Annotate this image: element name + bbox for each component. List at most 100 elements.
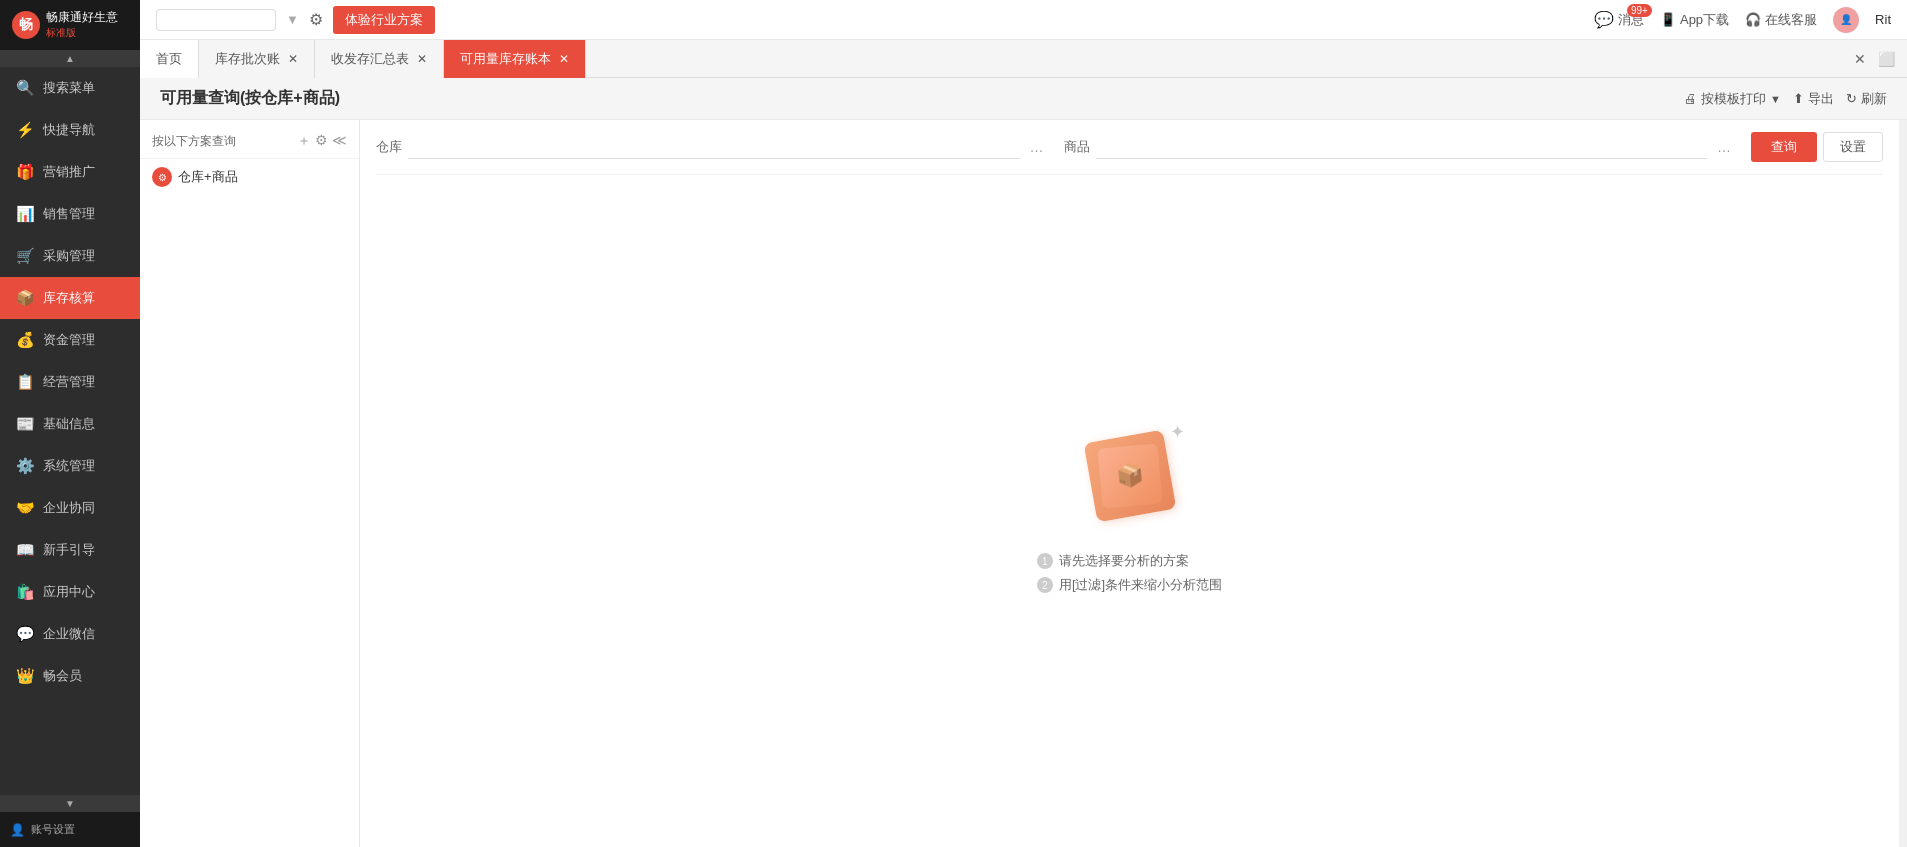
- main-area: ▼ ⚙ 体验行业方案 💬 消息 99+ 📱 App下载 🎧 在线客服 👤 Rit: [140, 0, 1907, 847]
- topbar: ▼ ⚙ 体验行业方案 💬 消息 99+ 📱 App下载 🎧 在线客服 👤 Rit: [140, 0, 1907, 40]
- logo-icon: 畅: [12, 11, 40, 39]
- query-button[interactable]: 查询: [1751, 132, 1817, 162]
- nav-label-purchase: 采购管理: [43, 247, 95, 265]
- empty-tip-1: 1 请先选择要分析的方案: [1037, 552, 1222, 570]
- sidebar-item-wechat[interactable]: 💬企业微信: [0, 613, 140, 655]
- gear-icon[interactable]: ⚙: [309, 10, 323, 29]
- print-button[interactable]: 🖨 按模板打印 ▼: [1684, 90, 1781, 108]
- sidebar-item-system[interactable]: ⚙️系统管理: [0, 445, 140, 487]
- empty-tips: 1 请先选择要分析的方案 2 用[过滤]条件来缩小分析范围: [1037, 552, 1222, 594]
- tab-home-label: 首页: [156, 50, 182, 68]
- nav-label-finance: 资金管理: [43, 331, 95, 349]
- service-icon: 🎧: [1745, 12, 1761, 27]
- topbar-left: ▼ ⚙ 体验行业方案: [156, 6, 435, 34]
- tab-batch-account-close[interactable]: ✕: [288, 52, 298, 66]
- expand-window-icon[interactable]: ⬜: [1874, 47, 1899, 71]
- sidebar-nav: 🔍搜索菜单⚡快捷导航🎁营销推广 📊 销售管理 🛒 采购管理 📦库存核算💰资金管理📋经营管理…: [0, 67, 140, 795]
- tab-batch-account[interactable]: 库存批次账 ✕: [199, 40, 315, 78]
- nav-icon-newbie: 📖: [16, 541, 35, 559]
- sidebar-item-newbie[interactable]: 📖新手引导: [0, 529, 140, 571]
- refresh-button[interactable]: ↻ 刷新: [1846, 90, 1887, 108]
- tip-text-1: 请先选择要分析的方案: [1059, 552, 1189, 570]
- settings-scheme-icon[interactable]: ⚙: [315, 132, 328, 150]
- nav-label-marketing: 营销推广: [43, 163, 95, 181]
- empty-state: 📦 ✦ 1 请先选择要分析的方案 2 用[过滤]条件来缩小分析范围: [376, 175, 1883, 835]
- tab-available-book-label: 可用量库存账本: [460, 50, 551, 68]
- sidebar-scroll-up[interactable]: ▲: [0, 50, 140, 67]
- sidebar-bottom-label: 账号设置: [31, 822, 75, 837]
- nav-icon-sales: 📊: [16, 205, 35, 223]
- tab-available-book-close[interactable]: ✕: [559, 52, 569, 66]
- filter-panel-header: 按以下方案查询 ＋ ⚙ ≪: [140, 132, 359, 159]
- goods-input[interactable]: [1096, 135, 1708, 159]
- add-scheme-icon[interactable]: ＋: [297, 132, 311, 150]
- refresh-icon: ↻: [1846, 91, 1857, 106]
- app-download-area[interactable]: 📱 App下载: [1660, 11, 1729, 29]
- tab-home[interactable]: 首页: [140, 40, 199, 78]
- sidebar-item-operations[interactable]: 📋经营管理: [0, 361, 140, 403]
- sidebar-item-sales[interactable]: 📊 销售管理: [0, 193, 140, 235]
- username-label[interactable]: Rit: [1875, 12, 1891, 27]
- tab-collect-summary-close[interactable]: ✕: [417, 52, 427, 66]
- topbar-right: 💬 消息 99+ 📱 App下载 🎧 在线客服 👤 Rit: [1594, 7, 1891, 33]
- tip-num-1: 1: [1037, 553, 1053, 569]
- industry-solution-button[interactable]: 体验行业方案: [333, 6, 435, 34]
- nav-label-enterprise: 企业协同: [43, 499, 95, 517]
- scheme-item-label: 仓库+商品: [178, 168, 238, 186]
- sidebar-item-basic[interactable]: 📰基础信息: [0, 403, 140, 445]
- sidebar-item-member[interactable]: 👑畅会员: [0, 655, 140, 697]
- sidebar-item-shortcut[interactable]: ⚡快捷导航: [0, 109, 140, 151]
- sidebar-item-purchase[interactable]: 🛒 采购管理: [0, 235, 140, 277]
- user-icon: 👤: [10, 823, 25, 837]
- sidebar-item-enterprise[interactable]: 🤝企业协同: [0, 487, 140, 529]
- print-label: 按模板打印: [1701, 90, 1766, 108]
- sidebar-item-appstore[interactable]: 🛍️应用中心: [0, 571, 140, 613]
- nav-label-search: 搜索菜单: [43, 79, 95, 97]
- filter-scheme-item[interactable]: ⚙ 仓库+商品: [140, 159, 359, 195]
- sidebar-bottom[interactable]: 👤 账号设置: [0, 812, 140, 847]
- avatar-icon: 👤: [1840, 14, 1852, 25]
- dropdown-arrow-icon[interactable]: ▼: [286, 12, 299, 27]
- tab-collect-summary-label: 收发存汇总表: [331, 50, 409, 68]
- nav-label-shortcut: 快捷导航: [43, 121, 95, 139]
- online-service-area[interactable]: 🎧 在线客服: [1745, 11, 1817, 29]
- nav-label-system: 系统管理: [43, 457, 95, 475]
- nav-label-sales: 销售管理: [43, 205, 95, 223]
- empty-tip-2: 2 用[过滤]条件来缩小分析范围: [1037, 576, 1222, 594]
- print-dropdown-icon[interactable]: ▼: [1770, 93, 1781, 105]
- goods-label: 商品: [1064, 138, 1090, 156]
- warehouse-more-icon[interactable]: …: [1026, 139, 1048, 155]
- tab-collect-summary[interactable]: 收发存汇总表 ✕: [315, 40, 444, 78]
- tabbar: 首页 库存批次账 ✕ 收发存汇总表 ✕ 可用量库存账本 ✕ ✕ ⬜: [140, 40, 1907, 78]
- page-title: 可用量查询(按仓库+商品): [160, 88, 340, 109]
- tabbar-right: ✕ ⬜: [1850, 47, 1907, 71]
- search-input[interactable]: [156, 9, 276, 31]
- nav-icon-purchase: 🛒: [16, 247, 35, 265]
- settings-button[interactable]: 设置: [1823, 132, 1883, 162]
- message-area[interactable]: 💬 消息 99+: [1594, 10, 1644, 29]
- print-icon: 🖨: [1684, 91, 1697, 106]
- tab-available-book[interactable]: 可用量库存账本 ✕: [444, 40, 586, 78]
- collapse-panel-icon[interactable]: ≪: [332, 132, 347, 150]
- app-icon: 📱: [1660, 12, 1676, 27]
- sparkle-icon: ✦: [1170, 421, 1185, 443]
- nav-label-operations: 经营管理: [43, 373, 95, 391]
- goods-more-icon[interactable]: …: [1713, 139, 1735, 155]
- tip-num-2: 2: [1037, 577, 1053, 593]
- avatar: 👤: [1833, 7, 1859, 33]
- logo-name: 畅康通好生意: [46, 10, 118, 26]
- message-badge: 99+: [1627, 4, 1652, 17]
- nav-icon-inventory: 📦: [16, 289, 35, 307]
- sidebar-scroll-down[interactable]: ▼: [0, 795, 140, 812]
- warehouse-field: 仓库 …: [376, 135, 1048, 159]
- nav-label-appstore: 应用中心: [43, 583, 95, 601]
- filter-panel-title: 按以下方案查询: [152, 133, 236, 150]
- sidebar-item-marketing[interactable]: 🎁营销推广: [0, 151, 140, 193]
- right-scrollbar[interactable]: [1899, 120, 1907, 847]
- sidebar-item-inventory[interactable]: 📦库存核算: [0, 277, 140, 319]
- sidebar-item-finance[interactable]: 💰资金管理: [0, 319, 140, 361]
- warehouse-input[interactable]: [408, 135, 1020, 159]
- sidebar-item-search[interactable]: 🔍搜索菜单: [0, 67, 140, 109]
- close-window-icon[interactable]: ✕: [1850, 47, 1870, 71]
- export-button[interactable]: ⬆ 导出: [1793, 90, 1834, 108]
